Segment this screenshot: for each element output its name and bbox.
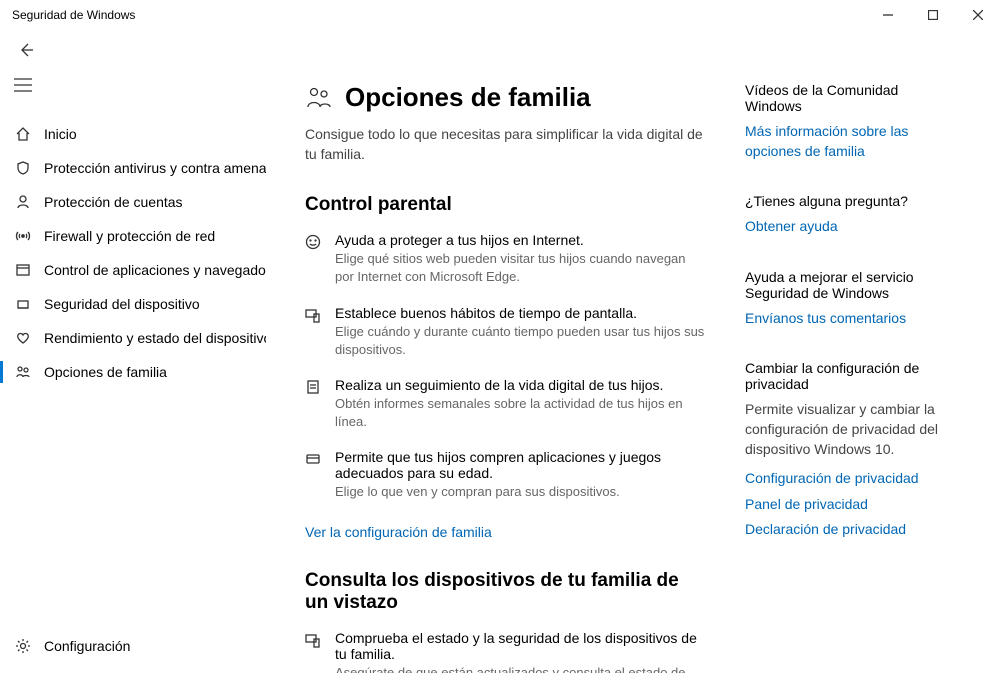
page-title: Opciones de familia xyxy=(345,82,591,113)
card-icon xyxy=(305,451,323,469)
devices-icon xyxy=(305,632,323,650)
sidebar-item-label: Inicio xyxy=(44,126,77,142)
feature-device-health: Comprueba el estado y la seguridad de lo… xyxy=(305,630,705,673)
side-feedback-heading: Ayuda a mejorar el servicio Seguridad de… xyxy=(745,269,955,301)
report-icon xyxy=(305,379,323,397)
devices-heading: Consulta los dispositivos de tu familia … xyxy=(305,570,705,614)
feature-tracking: Realiza un seguimiento de la vida digita… xyxy=(305,377,705,431)
parental-heading: Control parental xyxy=(305,194,705,216)
person-icon xyxy=(14,193,32,211)
sidebar-item-label: Opciones de familia xyxy=(44,364,167,380)
back-row xyxy=(0,30,1000,70)
side-feedback-link[interactable]: Envíanos tus comentarios xyxy=(745,309,955,329)
titlebar: Seguridad de Windows xyxy=(0,0,1000,30)
side-privacy-heading: Cambiar la configuración de privacidad xyxy=(745,360,955,392)
sidebar-item-label: Rendimiento y estado del dispositivo xyxy=(44,330,266,346)
content-area: Opciones de familia Consigue todo lo que… xyxy=(280,70,1000,673)
sidebar-item-devicesec[interactable]: Seguridad del dispositivo xyxy=(0,287,280,321)
privacy-statement-link[interactable]: Declaración de privacidad xyxy=(745,520,955,540)
feature-purchases: Permite que tus hijos compren aplicacion… xyxy=(305,449,705,501)
feature-title: Ayuda a proteger a tus hijos en Internet… xyxy=(335,232,705,248)
feature-title: Permite que tus hijos compren aplicacion… xyxy=(335,449,705,481)
antenna-icon xyxy=(14,227,32,245)
side-videos-heading: Vídeos de la Comunidad Windows xyxy=(745,82,955,114)
minimize-button[interactable] xyxy=(865,0,910,30)
feature-title: Realiza un seguimiento de la vida digita… xyxy=(335,377,705,393)
feature-desc: Obtén informes semanales sobre la activi… xyxy=(335,395,705,431)
smiley-icon xyxy=(305,234,323,252)
sidebar-item-label: Firewall y protección de red xyxy=(44,228,215,244)
feature-title: Establece buenos hábitos de tiempo de pa… xyxy=(335,305,705,321)
sidebar-item-firewall[interactable]: Firewall y protección de red xyxy=(0,219,280,253)
window-title: Seguridad de Windows xyxy=(12,8,135,22)
gear-icon xyxy=(14,637,32,655)
sidebar-item-label: Protección de cuentas xyxy=(44,194,183,210)
feature-desc: Elige cuándo y durante cuánto tiempo pue… xyxy=(335,323,705,359)
sidebar-item-settings[interactable]: Configuración xyxy=(0,629,280,663)
sidebar-item-account[interactable]: Protección de cuentas xyxy=(0,185,280,219)
sidebar-item-label: Configuración xyxy=(44,638,130,654)
page-subtitle: Consigue todo lo que necesitas para simp… xyxy=(305,125,705,164)
side-help-link[interactable]: Obtener ayuda xyxy=(745,217,955,237)
sidebar-item-family[interactable]: Opciones de familia xyxy=(0,355,280,389)
sidebar-item-label: Seguridad del dispositivo xyxy=(44,296,200,312)
sidebar-item-virus[interactable]: Protección antivirus y contra amenazas xyxy=(0,151,280,185)
family-settings-link[interactable]: Ver la configuración de familia xyxy=(305,524,492,540)
side-privacy-text: Permite visualizar y cambiar la configur… xyxy=(745,400,955,459)
side-help-heading: ¿Tienes alguna pregunta? xyxy=(745,193,955,209)
sidebar: Inicio Protección antivirus y contra ame… xyxy=(0,70,280,673)
chip-icon xyxy=(14,295,32,313)
maximize-button[interactable] xyxy=(910,0,955,30)
home-icon xyxy=(14,125,32,143)
sidebar-item-health[interactable]: Rendimiento y estado del dispositivo xyxy=(0,321,280,355)
shield-icon xyxy=(14,159,32,177)
feature-desc: Elige qué sitios web pueden visitar tus … xyxy=(335,250,705,286)
feature-desc: Asegúrate de que están actualizados y co… xyxy=(335,664,705,673)
sidebar-item-home[interactable]: Inicio xyxy=(0,117,280,151)
feature-screentime: Establece buenos hábitos de tiempo de pa… xyxy=(305,305,705,359)
window-icon xyxy=(14,261,32,279)
hamburger-button[interactable] xyxy=(0,70,280,117)
feature-internet: Ayuda a proteger a tus hijos en Internet… xyxy=(305,232,705,286)
sidebar-item-label: Protección antivirus y contra amenazas xyxy=(44,160,266,176)
back-button[interactable] xyxy=(14,38,38,62)
close-button[interactable] xyxy=(955,0,1000,30)
heart-icon xyxy=(14,329,32,347)
feature-desc: Elige lo que ven y compran para sus disp… xyxy=(335,483,705,501)
family-icon xyxy=(14,363,32,381)
side-videos-link[interactable]: Más información sobre las opciones de fa… xyxy=(745,122,955,161)
devices-icon xyxy=(305,307,323,325)
sidebar-item-appcontrol[interactable]: Control de aplicaciones y navegador xyxy=(0,253,280,287)
feature-title: Comprueba el estado y la seguridad de lo… xyxy=(335,630,705,662)
privacy-panel-link[interactable]: Panel de privacidad xyxy=(745,495,955,515)
privacy-settings-link[interactable]: Configuración de privacidad xyxy=(745,469,955,489)
family-icon xyxy=(305,84,333,112)
sidebar-item-label: Control de aplicaciones y navegador xyxy=(44,262,266,278)
